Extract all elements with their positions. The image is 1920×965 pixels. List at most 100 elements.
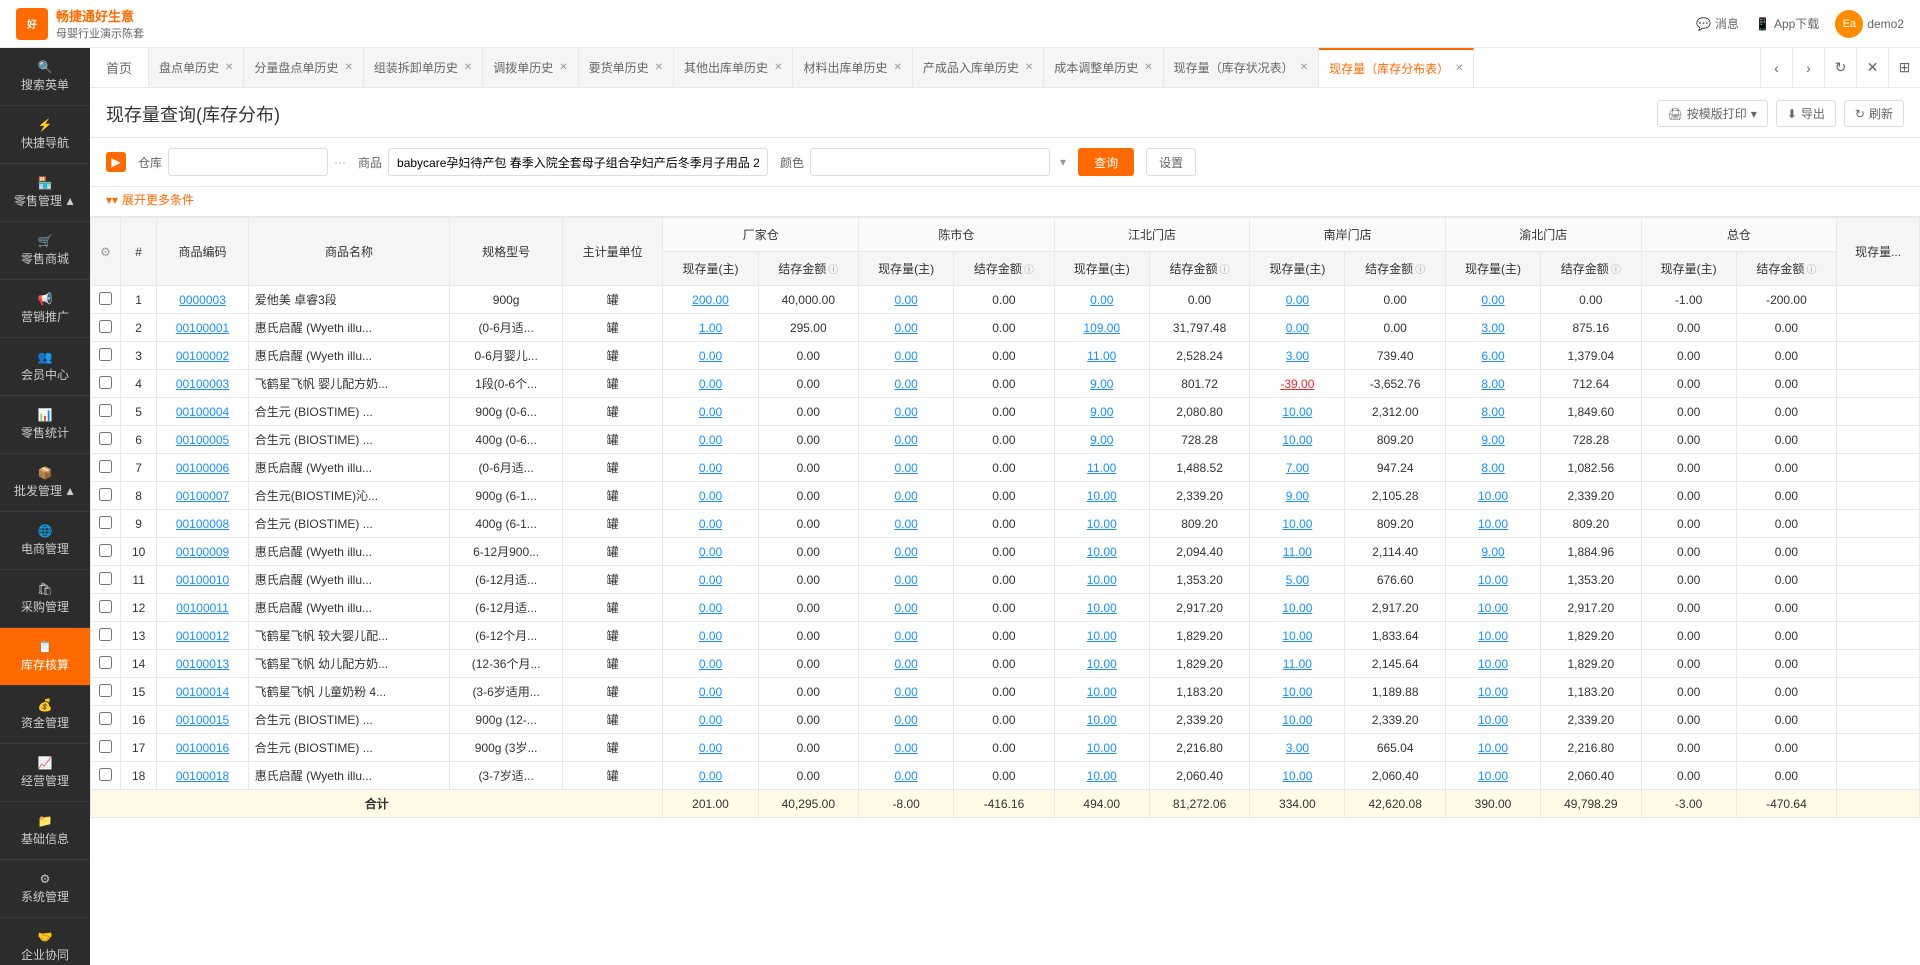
f-qty-link[interactable]: 0.00: [699, 405, 722, 419]
goods-code-link[interactable]: 00100009: [176, 545, 229, 559]
y-qty-link[interactable]: 8.00: [1481, 405, 1504, 419]
sidebar-item-wholesale-mgmt[interactable]: 📦 批发管理▲: [0, 454, 90, 512]
goods-code-link[interactable]: 00100013: [176, 657, 229, 671]
f-qty-link[interactable]: 0.00: [699, 461, 722, 475]
tab-stock-distribution[interactable]: 现存量（库存分布表）✕: [1319, 48, 1474, 88]
c-qty-link[interactable]: 0.00: [894, 517, 917, 531]
j-qty-link[interactable]: 11.00: [1087, 461, 1116, 475]
goods-code-link[interactable]: 00100002: [176, 349, 229, 363]
n-qty-link[interactable]: 10.00: [1282, 433, 1312, 447]
goods-code-link[interactable]: 00100018: [176, 769, 229, 783]
tab-material-out[interactable]: 材料出库单历史✕: [793, 48, 912, 88]
tab-split-inventory[interactable]: 分量盘点单历史✕: [244, 48, 363, 88]
sidebar-item-system[interactable]: ⚙ 系统管理: [0, 860, 90, 918]
y-qty-link[interactable]: 10.00: [1478, 573, 1508, 587]
n-qty-link[interactable]: 9.00: [1286, 489, 1309, 503]
y-qty-link[interactable]: 10.00: [1478, 741, 1508, 755]
j-qty-link[interactable]: 9.00: [1090, 377, 1113, 391]
row-checkbox[interactable]: [91, 650, 121, 678]
row-checkbox[interactable]: [91, 482, 121, 510]
j-qty-link[interactable]: 10.00: [1087, 601, 1117, 615]
color-dropdown-icon[interactable]: ▾: [1060, 155, 1066, 169]
goods-code-link[interactable]: 00100010: [176, 573, 229, 587]
row-checkbox[interactable]: [91, 342, 121, 370]
row-checkbox[interactable]: [91, 594, 121, 622]
y-qty-link[interactable]: 10.00: [1478, 517, 1508, 531]
c-qty-link[interactable]: 0.00: [894, 741, 917, 755]
tab-inventory-history[interactable]: 盘点单历史✕: [149, 48, 244, 88]
j-qty-link[interactable]: 10.00: [1087, 685, 1117, 699]
j-qty-link[interactable]: 10.00: [1087, 713, 1117, 727]
row-checkbox[interactable]: [91, 510, 121, 538]
j-qty-link[interactable]: 11.00: [1087, 349, 1116, 363]
n-qty-link[interactable]: 10.00: [1282, 769, 1312, 783]
tab-transfer[interactable]: 调拨单历史✕: [483, 48, 578, 88]
y-qty-link[interactable]: 10.00: [1478, 713, 1508, 727]
row-checkbox[interactable]: [91, 286, 121, 314]
tab-close-8[interactable]: ✕: [1144, 62, 1152, 73]
goods-code-link[interactable]: 00100003: [176, 377, 229, 391]
table-container[interactable]: ⚙ # 商品编码 商品名称 规格型号 主计量单位 厂家仓 陈市仓 江北门店 南岸…: [90, 217, 1920, 965]
n-qty-link[interactable]: 3.00: [1286, 349, 1309, 363]
row-checkbox[interactable]: [91, 454, 121, 482]
print-btn[interactable]: 🖨 按模版打印 ▾: [1657, 100, 1768, 127]
c-qty-link[interactable]: 0.00: [894, 545, 917, 559]
c-qty-link[interactable]: 0.00: [894, 713, 917, 727]
tab-assembly[interactable]: 组装拆卸单历史✕: [364, 48, 483, 88]
y-qty-link[interactable]: 10.00: [1478, 769, 1508, 783]
row-checkbox[interactable]: [91, 622, 121, 650]
message-action[interactable]: 💬 消息: [1696, 15, 1739, 32]
goods-input[interactable]: [388, 148, 768, 176]
info-icon-y[interactable]: ⓘ: [1611, 265, 1621, 276]
tab-close-2[interactable]: ✕: [464, 62, 472, 73]
tab-requisition[interactable]: 要货单历史✕: [579, 48, 674, 88]
app-download-action[interactable]: 📱 App下载: [1755, 15, 1819, 32]
n-qty-link[interactable]: 10.00: [1282, 685, 1312, 699]
c-qty-link[interactable]: 0.00: [894, 405, 917, 419]
info-icon-f[interactable]: ⓘ: [828, 265, 838, 276]
c-qty-link[interactable]: 0.00: [894, 321, 917, 335]
c-qty-link[interactable]: 0.00: [894, 769, 917, 783]
j-qty-link[interactable]: 10.00: [1087, 657, 1117, 671]
goods-code-link[interactable]: 00100004: [176, 405, 229, 419]
y-qty-link[interactable]: 3.00: [1481, 321, 1504, 335]
sidebar-item-marketing[interactable]: 📢 营销推广: [0, 280, 90, 338]
j-qty-link[interactable]: 0.00: [1090, 293, 1113, 307]
y-qty-link[interactable]: 0.00: [1481, 293, 1504, 307]
goods-code-link[interactable]: 0000003: [179, 293, 226, 307]
c-qty-link[interactable]: 0.00: [894, 629, 917, 643]
goods-code-link[interactable]: 00100015: [176, 713, 229, 727]
goods-code-link[interactable]: 00100006: [176, 461, 229, 475]
sidebar-item-member[interactable]: 👥 会员中心: [0, 338, 90, 396]
sidebar-item-nav[interactable]: ⚡ 快捷导航: [0, 106, 90, 164]
tab-cost-adjust[interactable]: 成本调整单历史✕: [1044, 48, 1163, 88]
f-qty-link[interactable]: 200.00: [692, 293, 729, 307]
f-qty-link[interactable]: 0.00: [699, 741, 722, 755]
y-qty-link[interactable]: 9.00: [1481, 433, 1504, 447]
f-qty-link[interactable]: 0.00: [699, 377, 722, 391]
sidebar-item-inventory[interactable]: 📋 库存核算: [0, 628, 90, 686]
y-qty-link[interactable]: 10.00: [1478, 685, 1508, 699]
goods-code-link[interactable]: 00100011: [176, 601, 229, 615]
color-input[interactable]: [810, 148, 1050, 176]
goods-code-link[interactable]: 00100008: [176, 517, 229, 531]
n-qty-link[interactable]: 0.00: [1286, 293, 1309, 307]
j-qty-link[interactable]: 10.00: [1087, 489, 1117, 503]
y-qty-link[interactable]: 10.00: [1478, 629, 1508, 643]
c-qty-link[interactable]: 0.00: [894, 349, 917, 363]
j-qty-link[interactable]: 10.00: [1087, 629, 1117, 643]
n-qty-link[interactable]: 10.00: [1282, 713, 1312, 727]
j-qty-link[interactable]: 10.00: [1087, 545, 1117, 559]
tab-close-3[interactable]: ✕: [559, 62, 567, 73]
c-qty-link[interactable]: 0.00: [894, 461, 917, 475]
tab-close-7[interactable]: ✕: [1025, 62, 1033, 73]
sidebar-item-retail-stats[interactable]: 📊 零售统计: [0, 396, 90, 454]
c-qty-link[interactable]: 0.00: [894, 601, 917, 615]
tab-next-btn[interactable]: ›: [1792, 48, 1824, 88]
sidebar-item-basic-info[interactable]: 📁 基础信息: [0, 802, 90, 860]
row-checkbox[interactable]: [91, 734, 121, 762]
sidebar-item-business[interactable]: 📈 经营管理: [0, 744, 90, 802]
f-qty-link[interactable]: 0.00: [699, 489, 722, 503]
row-checkbox[interactable]: [91, 314, 121, 342]
info-icon-c[interactable]: ⓘ: [1024, 265, 1034, 276]
